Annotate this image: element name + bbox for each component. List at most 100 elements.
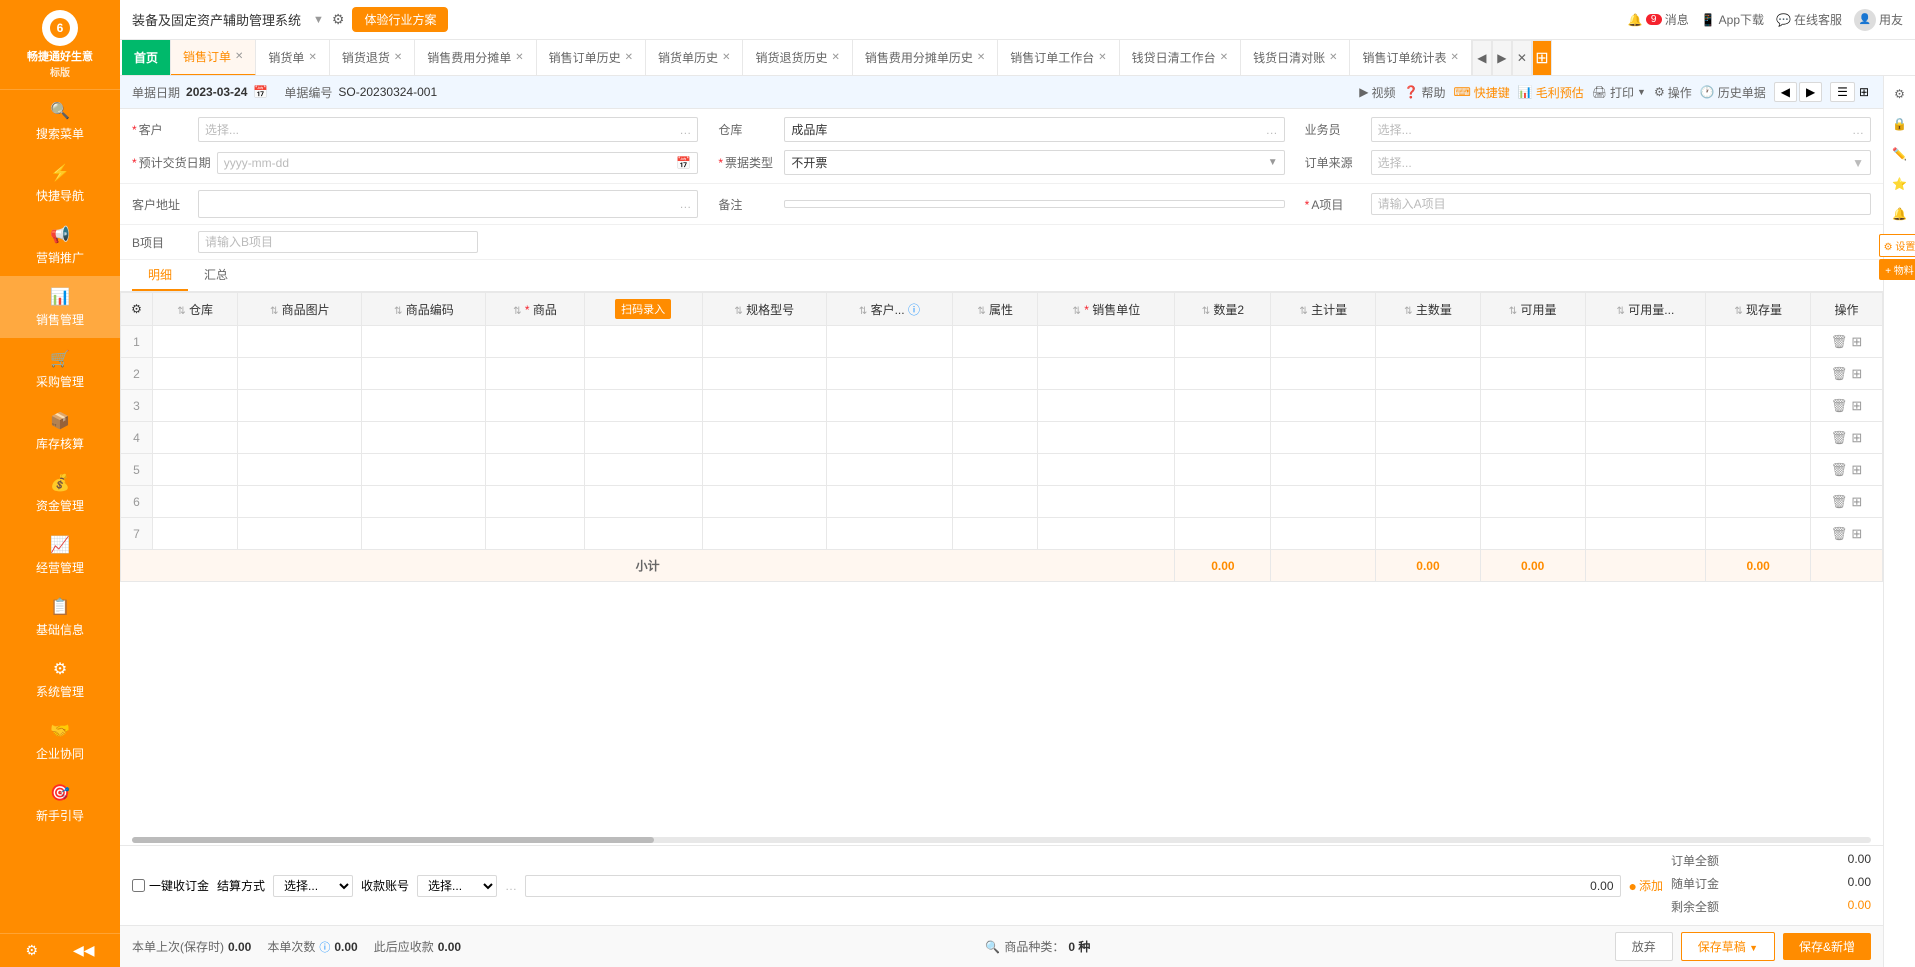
row-6-stock[interactable] [1706,486,1811,518]
row-3-warehouse[interactable] [153,390,238,422]
row-4-delete-icon[interactable]: 🗑 [1831,430,1848,446]
tab-cash-daily-reconcile[interactable]: 钱货日清对账 ✕ [1241,40,1350,76]
sidebar-item-purchase[interactable]: 🛒 采购管理 [0,338,120,400]
row-7-image[interactable] [238,518,362,550]
salesperson-expand-icon[interactable]: … [1852,123,1864,137]
row-4-avail[interactable] [1480,422,1585,454]
sidebar-item-inventory[interactable]: 📦 库存核算 [0,400,120,462]
row-3-delete-icon[interactable]: 🗑 [1831,398,1848,414]
sidebar-item-system[interactable]: ⚙ 系统管理 [0,648,120,710]
row-3-avail2[interactable] [1585,390,1706,422]
row-1-warehouse[interactable] [153,326,238,358]
row-2-warehouse[interactable] [153,358,238,390]
invoice-type-select[interactable]: 不开票 ▼ [784,150,1284,175]
row-2-main-qty[interactable] [1376,358,1481,390]
tab-sales-fee-split-history-close[interactable]: ✕ [977,52,985,63]
row-4-qty2[interactable] [1175,422,1271,454]
tab-sales-fee-split[interactable]: 销售费用分摊单 ✕ [415,40,536,76]
row-2-name[interactable] [486,358,584,390]
row-5-qty2[interactable] [1175,454,1271,486]
row-4-main-unit[interactable] [1271,422,1376,454]
order-source-arrow-icon[interactable]: ▼ [1852,156,1864,170]
row-4-stock[interactable] [1706,422,1811,454]
row-5-code[interactable] [362,454,486,486]
row-3-main-qty[interactable] [1376,390,1481,422]
tab-sales-fee-split-history[interactable]: 销售费用分摊单历史 ✕ [853,40,998,76]
profit-btn[interactable]: 📊 毛利预估 [1518,84,1584,101]
tabs-nav-more[interactable]: ⊞ [1532,40,1552,76]
sidebar-item-guide[interactable]: 🎯 新手引导 [0,772,120,834]
row-7-qty2[interactable] [1175,518,1271,550]
row-2-qty2[interactable] [1175,358,1271,390]
warehouse-expand-icon[interactable]: … [1266,123,1278,137]
row-3-stock[interactable] [1706,390,1811,422]
tab-sales-order-stats-close[interactable]: ✕ [1451,52,1459,63]
row-3-avail[interactable] [1480,390,1585,422]
row-6-qty2[interactable] [1175,486,1271,518]
tab-summary[interactable]: 汇总 [188,260,244,291]
row-6-avail2[interactable] [1585,486,1706,518]
row-2-delete-icon[interactable]: 🗑 [1831,366,1848,382]
one-click-checkout-check[interactable] [132,879,145,892]
industry-solution-btn[interactable]: 体验行业方案 [352,7,448,32]
row-4-main-qty[interactable] [1376,422,1481,454]
info-icon-cust[interactable]: ⓘ [908,303,920,317]
row-7-code[interactable] [362,518,486,550]
row-3-sales-unit[interactable] [1038,390,1175,422]
tab-sales-order-history[interactable]: 销售订单历史 ✕ [537,40,646,76]
th-settings[interactable]: ⚙ [121,293,153,326]
tab-sales-order-workbench[interactable]: 销售订单工作台 ✕ [998,40,1119,76]
info-icon-owe[interactable]: ⓘ [319,939,330,955]
row-7-warehouse[interactable] [153,518,238,550]
row-6-copy-icon[interactable]: ⊞ [1851,494,1862,510]
row-7-avail2[interactable] [1585,518,1706,550]
side-settings-btn[interactable]: ⚙ [1886,80,1914,108]
row-3-image[interactable] [238,390,362,422]
side-add-material-btn[interactable]: + 物料 [1879,259,1915,280]
row-5-avail2[interactable] [1585,454,1706,486]
tab-sales-return-goods-close[interactable]: ✕ [394,52,402,63]
row-5-spec[interactable] [702,454,826,486]
row-4-spec[interactable] [702,422,826,454]
row-2-code[interactable] [362,358,486,390]
row-3-copy-icon[interactable]: ⊞ [1851,398,1862,414]
notification-btn[interactable]: 🔔 9 消息 [1628,11,1689,28]
b-project-input[interactable] [198,231,478,253]
tab-sales-order-close[interactable]: ✕ [235,51,243,62]
row-7-copy-icon[interactable]: ⊞ [1851,526,1862,542]
discard-btn[interactable]: 放弃 [1615,932,1673,961]
save-draft-btn[interactable]: 保存草稿 ▼ [1681,932,1775,961]
expand-receipt-icon[interactable]: … [505,879,517,893]
row-7-delete-icon[interactable]: 🗑 [1831,526,1848,542]
tabs-nav-prev[interactable]: ◀ [1472,40,1492,76]
row-3-attr[interactable] [953,390,1038,422]
row-1-sales-unit[interactable] [1038,326,1175,358]
row-1-stock[interactable] [1706,326,1811,358]
row-1-qty2[interactable] [1175,326,1271,358]
row-2-sales-unit[interactable] [1038,358,1175,390]
tab-sales-return-history-close[interactable]: ✕ [831,52,839,63]
row-7-main-unit[interactable] [1271,518,1376,550]
scan-input-btn[interactable]: 扫码录入 [615,299,671,319]
customer-expand-icon[interactable]: … [679,123,691,137]
row-7-name[interactable] [486,518,584,550]
row-6-code[interactable] [362,486,486,518]
tab-sales-fee-split-close[interactable]: ✕ [515,52,523,63]
tab-sales-return-close[interactable]: ✕ [308,52,316,63]
view-btn[interactable]: ▶ 视频 [1359,84,1395,101]
row-4-sales-unit[interactable] [1038,422,1175,454]
row-7-stock[interactable] [1706,518,1811,550]
grid-view-btn[interactable]: ⊞ [1857,82,1871,102]
sidebar-item-search[interactable]: 🔍 搜索菜单 [0,90,120,152]
row-6-name[interactable] [486,486,584,518]
side-settings-action-btn[interactable]: ⚙ 设置 [1879,234,1915,257]
delivery-date-input[interactable]: yyyy-mm-dd 📅 [217,152,699,174]
address-input[interactable]: … [198,190,698,218]
row-1-code[interactable] [362,326,486,358]
order-source-input[interactable]: 选择... ▼ [1371,150,1871,175]
side-lock-btn[interactable]: 🔒 [1886,110,1914,138]
a-project-input[interactable] [1371,193,1871,215]
row-1-cust-code[interactable] [826,326,952,358]
row-2-avail2[interactable] [1585,358,1706,390]
row-5-copy-icon[interactable]: ⊞ [1851,462,1862,478]
